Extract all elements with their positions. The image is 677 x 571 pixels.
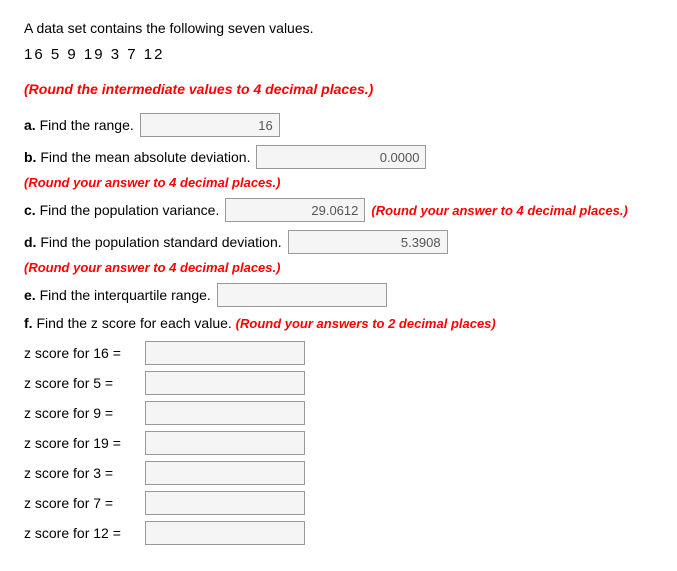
question-c-round-note: (Round your answer to 4 decimal places.)	[371, 203, 627, 218]
zscore-input-0[interactable]	[145, 341, 305, 365]
question-d-label: d. Find the population standard deviatio…	[24, 234, 282, 250]
question-a-row: a. Find the range.	[24, 113, 653, 137]
question-e-row: e. Find the interquartile range.	[24, 283, 653, 307]
question-e-label: e. Find the interquartile range.	[24, 287, 211, 303]
question-c-label: c. Find the population variance.	[24, 202, 219, 218]
zscore-input-1[interactable]	[145, 371, 305, 395]
zscore-row-0: z score for 16 =	[24, 341, 653, 365]
zscore-row-5: z score for 7 =	[24, 491, 653, 515]
zscore-input-2[interactable]	[145, 401, 305, 425]
zscore-label-4: z score for 3 =	[24, 465, 139, 481]
zscore-row-4: z score for 3 =	[24, 461, 653, 485]
zscore-label-3: z score for 19 =	[24, 435, 139, 451]
question-b-row: b. Find the mean absolute deviation. (Ro…	[24, 145, 653, 190]
zscore-row-2: z score for 9 =	[24, 401, 653, 425]
question-b-input[interactable]	[256, 145, 426, 169]
zscore-container: z score for 16 = z score for 5 = z score f…	[24, 341, 653, 545]
zscore-input-6[interactable]	[145, 521, 305, 545]
round-intermediate-note: (Round the intermediate values to 4 deci…	[24, 81, 653, 97]
question-c-row: c. Find the population variance. (Round …	[24, 198, 653, 222]
question-c-input[interactable]	[225, 198, 365, 222]
question-d-round-note: (Round your answer to 4 decimal places.)	[24, 260, 280, 275]
question-d-input[interactable]	[288, 230, 448, 254]
zscore-label-1: z score for 5 =	[24, 375, 139, 391]
values-row: 16 5 9 19 3 7 12	[24, 46, 653, 63]
question-e-input[interactable]	[217, 283, 387, 307]
intro-text: A data set contains the following seven …	[24, 20, 653, 36]
zscore-input-5[interactable]	[145, 491, 305, 515]
question-a-input[interactable]	[140, 113, 280, 137]
zscore-input-3[interactable]	[145, 431, 305, 455]
zscore-label-6: z score for 12 =	[24, 525, 139, 541]
question-a-label: a. Find the range.	[24, 117, 134, 133]
zscore-input-4[interactable]	[145, 461, 305, 485]
question-f-title: f. Find the z score for each value. (Rou…	[24, 315, 653, 331]
zscore-row-6: z score for 12 =	[24, 521, 653, 545]
question-b-round-note: (Round your answer to 4 decimal places.)	[24, 175, 280, 190]
zscore-label-2: z score for 9 =	[24, 405, 139, 421]
zscore-row-1: z score for 5 =	[24, 371, 653, 395]
question-b-label: b. Find the mean absolute deviation.	[24, 149, 250, 165]
zscore-label-5: z score for 7 =	[24, 495, 139, 511]
question-d-row: d. Find the population standard deviatio…	[24, 230, 653, 275]
zscore-label-0: z score for 16 =	[24, 345, 139, 361]
question-f-round-note: (Round your answers to 2 decimal places)	[236, 316, 496, 331]
zscore-row-3: z score for 19 =	[24, 431, 653, 455]
